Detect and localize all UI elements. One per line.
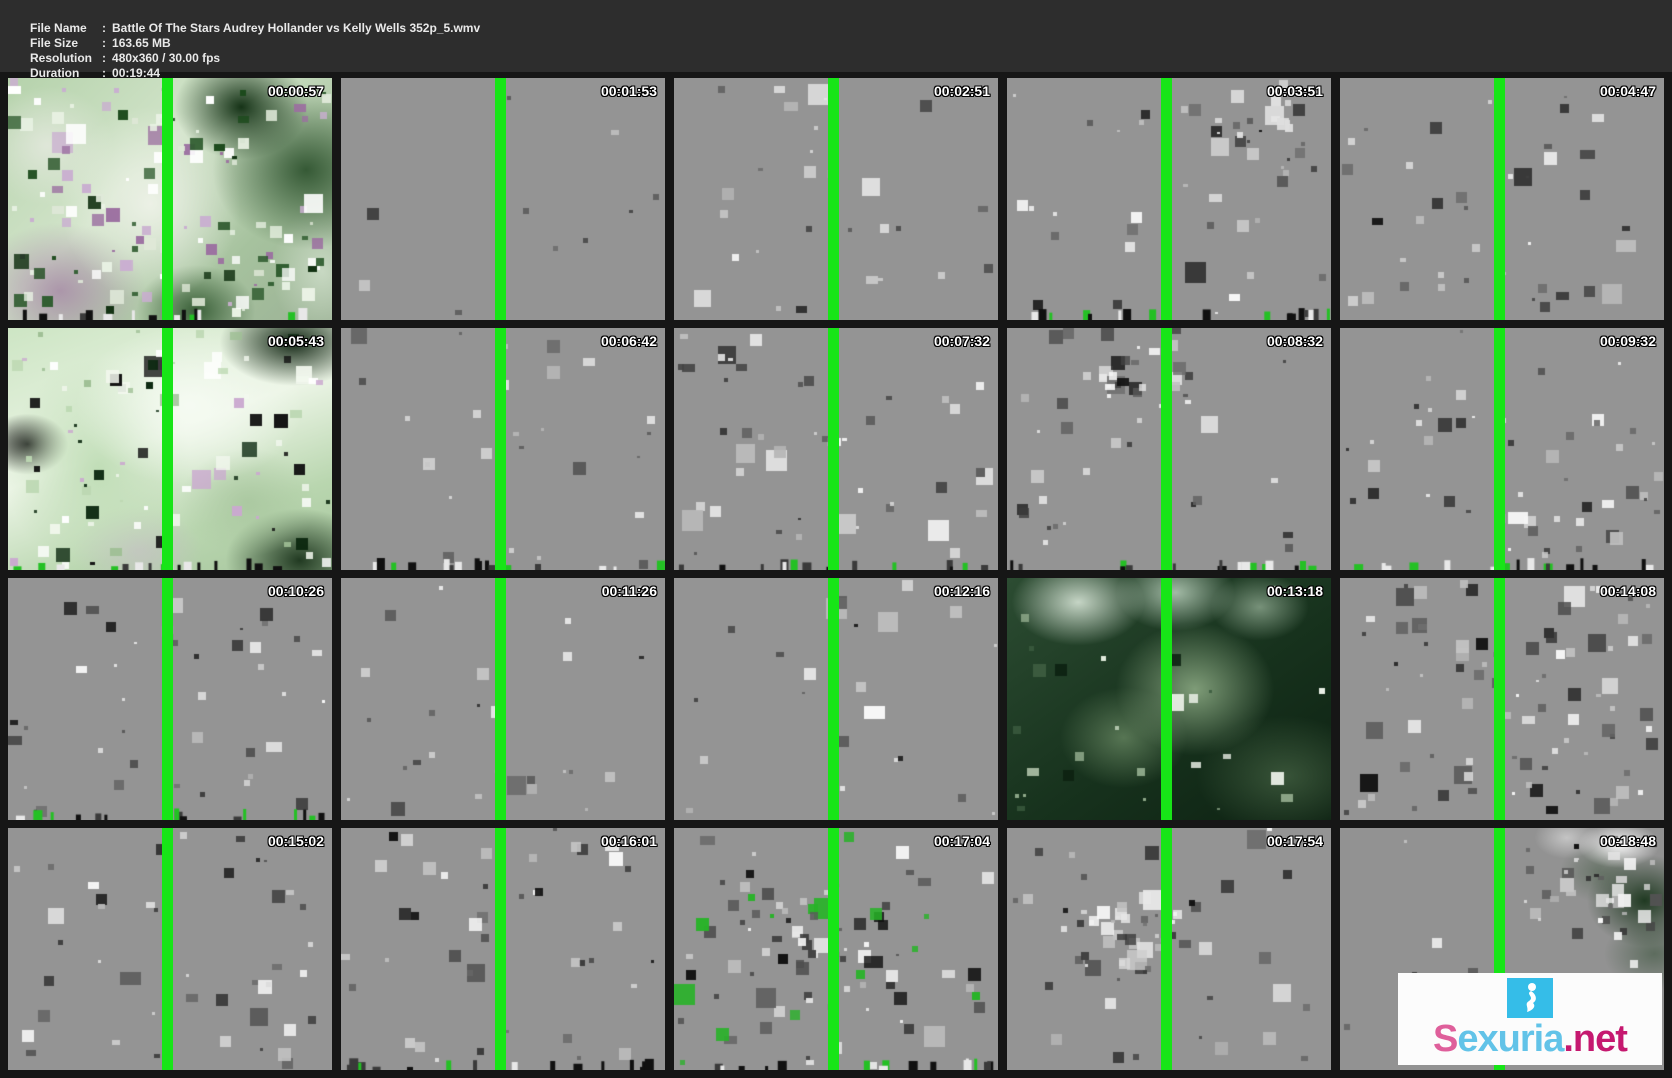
file-info-colon: : [102, 51, 112, 66]
file-info-colon: : [102, 21, 112, 36]
thumbnail-timestamp: 00:11:26 [602, 583, 657, 599]
thumbnail-timestamp: 00:03:51 [1267, 83, 1323, 99]
video-thumbnail: 00:14:08 [1340, 578, 1664, 820]
video-thumbnail: 00:02:51 [674, 78, 998, 320]
thumbnail-timestamp: 00:12:16 [934, 583, 990, 599]
green-glitch-stripe [162, 828, 173, 1070]
video-thumbnail: 00:04:47 [1340, 78, 1664, 320]
file-size-value: 163.65 MB [112, 36, 171, 50]
file-info-label: File Name [30, 21, 102, 36]
video-thumbnail: 00:06:42 [341, 328, 665, 570]
video-thumbnail: 00:16:01 [341, 828, 665, 1070]
file-info-row: Resolution:480x360 / 30.00 fps [10, 36, 1672, 51]
thumbnail-grid: 00:00:57 00:01:53 00:02:51 00:03:51 00:0… [8, 78, 1664, 1070]
green-glitch-stripe [162, 78, 173, 320]
thumbnail-timestamp: 00:17:54 [1267, 833, 1323, 849]
watermark-text: Sexuria.net [1433, 1020, 1627, 1058]
file-info-label: File Size [30, 36, 102, 51]
green-glitch-stripe [162, 328, 173, 570]
video-thumbnail: 00:13:18 [1007, 578, 1331, 820]
video-thumbnail: 00:17:04 [674, 828, 998, 1070]
watermark-badge: Sexuria.net [1398, 973, 1662, 1065]
thumbnail-timestamp: 00:17:04 [934, 833, 990, 849]
thumbnail-timestamp: 00:00:57 [268, 83, 324, 99]
watermark-seg-exuria: exuria [1457, 1018, 1563, 1060]
green-glitch-stripe [828, 328, 839, 570]
video-thumbnail: 00:15:02 [8, 828, 332, 1070]
video-thumbnail: 00:09:32 [1340, 328, 1664, 570]
green-glitch-stripe [1494, 328, 1505, 570]
video-thumbnail: 00:08:32 [1007, 328, 1331, 570]
video-thumbnail: 00:01:53 [341, 78, 665, 320]
file-info-header: File Name:Battle Of The Stars Audrey Hol… [0, 0, 1672, 72]
file-name-value: Battle Of The Stars Audrey Hollander vs … [112, 21, 480, 35]
video-thumbnail: 00:03:51 [1007, 78, 1331, 320]
file-info-row: Duration:00:19:44 [10, 51, 1672, 66]
thumbnail-timestamp: 00:15:02 [268, 833, 324, 849]
thumbnail-timestamp: 00:16:01 [601, 833, 657, 849]
green-glitch-stripe [162, 578, 173, 820]
file-info-row: File Name:Battle Of The Stars Audrey Hol… [10, 6, 1672, 21]
green-glitch-stripe [1161, 578, 1172, 820]
thumbnail-timestamp: 00:08:32 [1267, 333, 1323, 349]
thumbnail-timestamp: 00:02:51 [934, 83, 990, 99]
watermark-seg-s: S [1433, 1018, 1457, 1060]
green-glitch-stripe [1161, 828, 1172, 1070]
green-glitch-stripe [828, 828, 839, 1070]
video-thumbnail: 00:05:43 [8, 328, 332, 570]
video-thumbnail: 00:17:54 [1007, 828, 1331, 1070]
video-contact-sheet: File Name:Battle Of The Stars Audrey Hol… [0, 0, 1672, 1078]
green-glitch-stripe [1494, 578, 1505, 820]
file-info-colon: : [102, 36, 112, 51]
thumbnail-timestamp: 00:18:48 [1600, 833, 1656, 849]
video-thumbnail: 00:07:32 [674, 328, 998, 570]
thumbnail-timestamp: 00:06:42 [601, 333, 657, 349]
green-glitch-stripe [1494, 78, 1505, 320]
video-thumbnail: 00:10:26 [8, 578, 332, 820]
thumbnail-timestamp: 00:05:43 [268, 333, 324, 349]
file-info-label: Resolution [30, 51, 102, 66]
thumbnail-timestamp: 00:14:08 [1600, 583, 1656, 599]
video-thumbnail: 00:11:26 [341, 578, 665, 820]
thumbnail-timestamp: 00:07:32 [934, 333, 990, 349]
green-glitch-stripe [495, 828, 506, 1070]
thumbnail-timestamp: 00:01:53 [601, 83, 657, 99]
green-glitch-stripe [828, 78, 839, 320]
thumbnail-timestamp: 00:04:47 [1600, 83, 1656, 99]
green-glitch-stripe [495, 328, 506, 570]
thumbnail-timestamp: 00:09:32 [1600, 333, 1656, 349]
green-glitch-stripe [828, 578, 839, 820]
thumbnail-timestamp: 00:10:26 [268, 583, 324, 599]
green-glitch-stripe [495, 78, 506, 320]
video-thumbnail: 00:00:57 [8, 78, 332, 320]
sexuria-logo-icon [1507, 978, 1553, 1018]
watermark-seg-net: .net [1563, 1018, 1627, 1060]
video-thumbnail: 00:12:16 [674, 578, 998, 820]
green-glitch-stripe [495, 578, 506, 820]
green-glitch-stripe [1161, 328, 1172, 570]
resolution-value: 480x360 / 30.00 fps [112, 51, 220, 65]
thumbnail-timestamp: 00:13:18 [1267, 583, 1323, 599]
green-glitch-stripe [1161, 78, 1172, 320]
